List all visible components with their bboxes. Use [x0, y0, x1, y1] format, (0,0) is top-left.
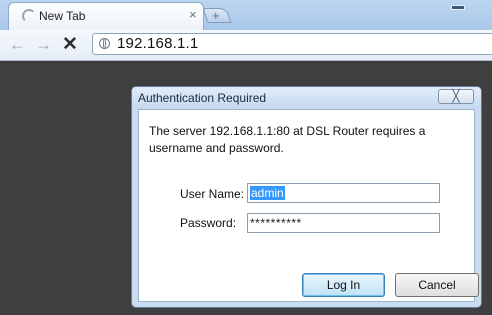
- username-input[interactable]: admin: [247, 183, 440, 203]
- stop-icon[interactable]: ✕: [62, 33, 78, 56]
- tab-strip: New Tab × +: [0, 0, 492, 30]
- cancel-button[interactable]: Cancel: [395, 273, 479, 297]
- username-value: admin: [250, 186, 285, 200]
- username-label: User Name:: [180, 187, 245, 201]
- address-bar[interactable]: 192.168.1.1: [92, 33, 492, 55]
- authentication-dialog: Authentication Required ╳ The server 192…: [131, 86, 482, 308]
- close-icon[interactable]: ╳: [438, 89, 474, 104]
- tab-title: New Tab: [39, 9, 86, 23]
- tab-new-tab[interactable]: New Tab ×: [8, 2, 204, 30]
- dialog-titlebar[interactable]: Authentication Required ╳: [132, 87, 481, 109]
- plus-icon: +: [212, 8, 220, 23]
- browser-toolbar: ← → ✕ 192.168.1.1: [0, 30, 492, 61]
- tab-close-icon[interactable]: ×: [189, 7, 197, 22]
- loading-spinner-icon: [22, 9, 36, 23]
- dialog-title: Authentication Required: [138, 91, 267, 105]
- minimize-icon: [452, 6, 464, 9]
- address-text: 192.168.1.1: [117, 35, 199, 52]
- minimize-window-button[interactable]: [440, 0, 480, 22]
- log-in-button[interactable]: Log In: [302, 273, 385, 297]
- new-tab-button[interactable]: +: [202, 8, 232, 23]
- password-value: **********: [250, 216, 302, 230]
- password-label: Password:: [180, 216, 237, 230]
- password-input[interactable]: **********: [247, 213, 440, 233]
- dialog-body: The server 192.168.1.1:80 at DSL Router …: [138, 109, 479, 302]
- back-arrow-icon[interactable]: ←: [9, 35, 26, 55]
- forward-arrow-icon[interactable]: →: [35, 35, 52, 55]
- dialog-message: The server 192.168.1.1:80 at DSL Router …: [149, 124, 426, 155]
- globe-icon: [99, 38, 110, 49]
